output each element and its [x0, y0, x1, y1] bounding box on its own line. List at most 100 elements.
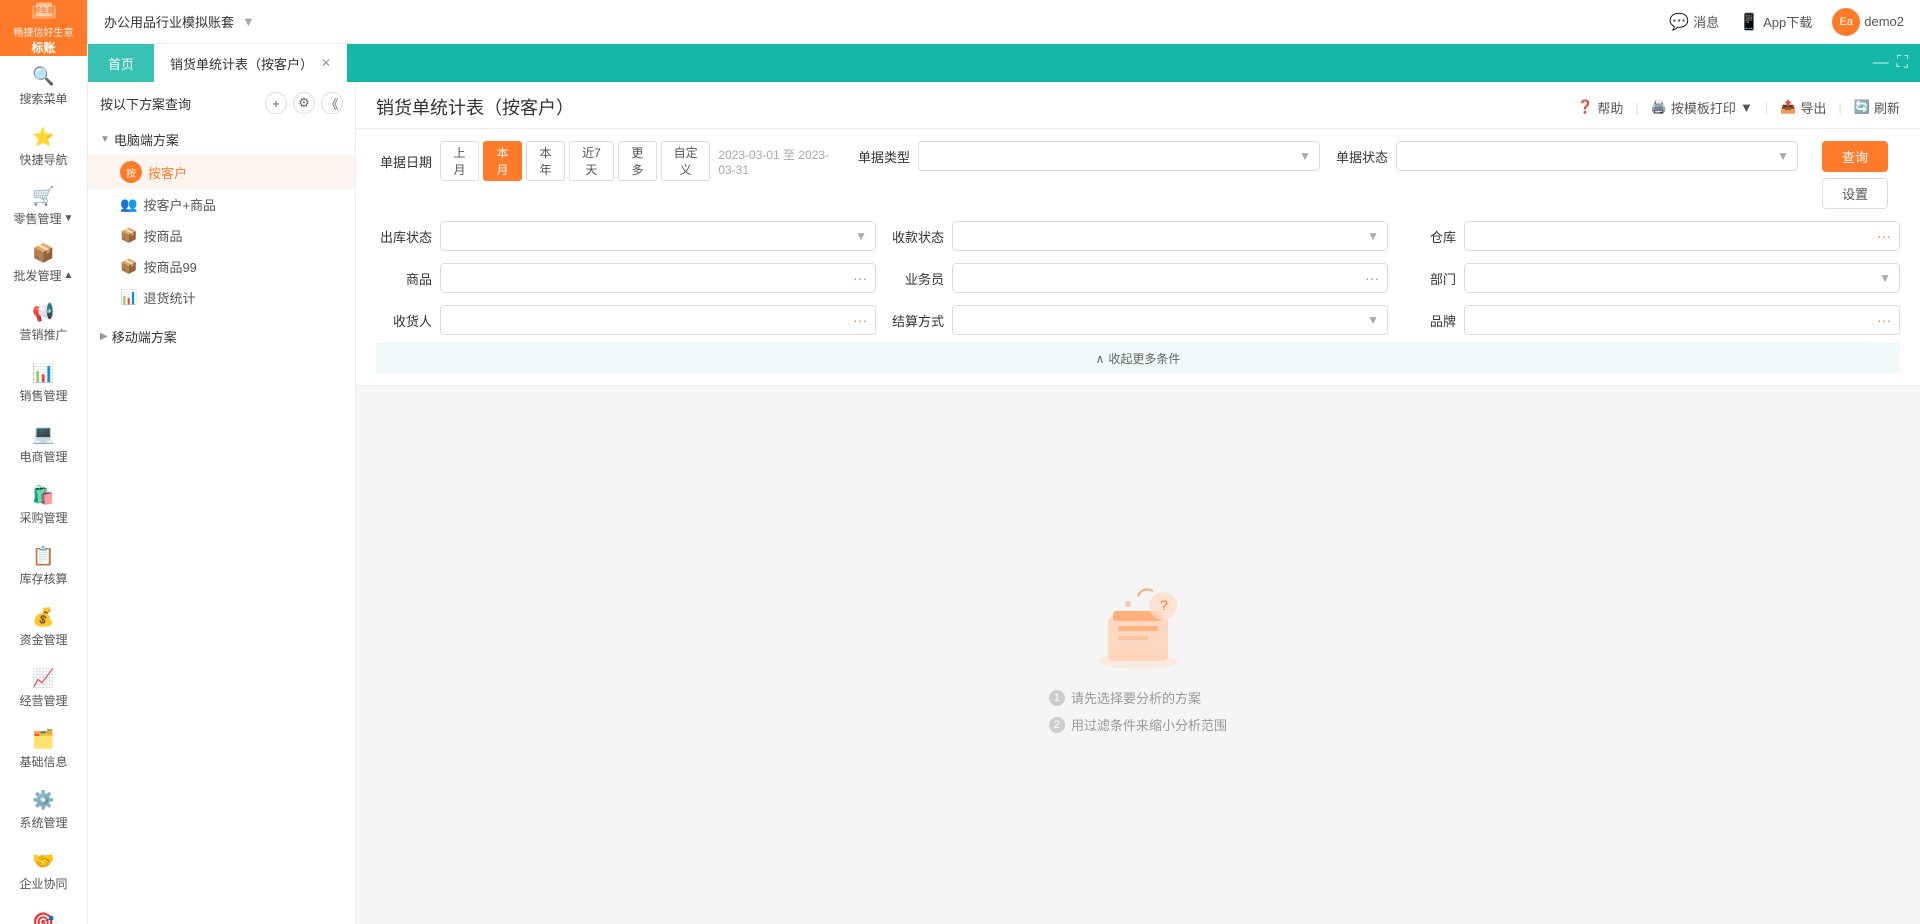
svg-text:好生意: 好生意	[33, 6, 54, 15]
date-btn-custom[interactable]: 自定义	[661, 141, 711, 181]
print-label: 按模板打印	[1671, 98, 1736, 117]
tab-close-btn[interactable]: ✕	[321, 56, 331, 70]
empty-tip-1: 1 请先选择要分析的方案	[1049, 688, 1227, 707]
collapse-icon: 《	[325, 94, 338, 113]
dept-arrow-icon: ▼	[1879, 271, 1891, 285]
date-btn-last-month[interactable]: 上月	[440, 141, 479, 181]
receiver-select[interactable]: ···	[440, 305, 876, 335]
sidebar-item-finance[interactable]: 💰 资金管理	[0, 597, 88, 658]
query-btn[interactable]: 查询	[1822, 141, 1888, 172]
page-title-bar: 销货单统计表（按客户） ❓ 帮助 | 🖨️ 按模板打印 ▼ | 📤	[356, 82, 1920, 129]
empty-illustration: ?	[1078, 576, 1198, 676]
sidebar-item-label: 采购管理	[19, 509, 67, 526]
settings-scheme-btn[interactable]: ⚙	[293, 92, 315, 114]
export-btn[interactable]: 📤 导出	[1780, 98, 1826, 117]
sidebar-logo[interactable]: 好生意 畅捷信好生意 标账	[0, 0, 88, 56]
help-btn[interactable]: ❓ 帮助	[1577, 98, 1623, 117]
setting-btn[interactable]: 设置	[1822, 178, 1888, 209]
warehouse-select[interactable]: ···	[1464, 221, 1900, 251]
left-panel-header: 按以下方案查询 + ⚙ 《	[88, 82, 355, 124]
sidebar-item-label: 资金管理	[19, 631, 67, 648]
sidebar-item-search[interactable]: 🔍 搜索菜单	[0, 56, 88, 117]
left-panel-title: 按以下方案查询	[100, 94, 191, 113]
doc-status-label: 单据状态	[1332, 147, 1388, 166]
warehouse-label: 仓库	[1400, 227, 1456, 246]
desktop-section: ▼ 电脑端方案 按 按客户 👥 按客户+商品 📦 按商品	[88, 124, 355, 321]
doc-status-select[interactable]: ▼	[1396, 141, 1798, 171]
message-btn[interactable]: 💬 消息	[1669, 12, 1719, 32]
brand-select[interactable]: ···	[1464, 305, 1900, 335]
filter-area: 单据日期 上月 本月 本年 近7天 更多 自定义 2023-03-01 至 20…	[356, 129, 1920, 386]
breadcrumb-dropdown-icon[interactable]: ▼	[242, 14, 255, 29]
sidebar-item-label: 系统管理	[19, 814, 67, 831]
date-btn-more[interactable]: 更多	[618, 141, 657, 181]
sidebar-item-basic-info[interactable]: 🗂️ 基础信息	[0, 719, 88, 780]
date-btn-this-month[interactable]: 本月	[483, 141, 522, 181]
tree-item-by-goods[interactable]: 📦 按商品	[88, 220, 355, 251]
add-scheme-btn[interactable]: +	[265, 92, 287, 114]
tree-mobile-parent[interactable]: ▶ 移动端方案	[88, 321, 355, 352]
sidebar-item-quick[interactable]: ⭐ 快捷导航	[0, 117, 88, 178]
receiver-dots-icon: ···	[853, 312, 867, 328]
filter-action-btns: 查询 设置	[1810, 141, 1900, 209]
help-icon: ❓	[1577, 99, 1593, 115]
date-label: 单据日期	[376, 152, 432, 171]
dept-select[interactable]: ▼	[1464, 263, 1900, 293]
goods-select[interactable]: ···	[440, 263, 876, 293]
purchase-icon: 🛍️	[32, 485, 54, 506]
date-btn-7days[interactable]: 近7天	[569, 141, 614, 181]
doc-status-arrow-icon: ▼	[1777, 149, 1789, 163]
tab-home[interactable]: 首页	[88, 44, 154, 82]
out-status-select[interactable]: ▼	[440, 221, 876, 251]
salesperson-select[interactable]: ···	[952, 263, 1388, 293]
tab-maximize-btn[interactable]: ⛶	[1897, 54, 1908, 72]
refresh-btn[interactable]: 🔄 刷新	[1854, 98, 1900, 117]
sidebar-item-retail[interactable]: 🛒 零售管理 ▼	[0, 178, 88, 235]
tree-item-label: 按商品	[143, 226, 182, 245]
tab-active-label: 销货单统计表（按客户）	[170, 54, 313, 73]
doc-type-label: 单据类型	[854, 147, 910, 166]
tab-minimize-btn[interactable]: —	[1873, 54, 1889, 72]
tree-item-customer-goods[interactable]: 👥 按客户+商品	[88, 189, 355, 220]
sidebar-item-ecommerce[interactable]: 💻 电商管理	[0, 414, 88, 475]
breadcrumb-text: 办公用品行业模拟账套	[104, 12, 234, 31]
collapse-filter-btn[interactable]: ∧ 收起更多条件	[376, 343, 1900, 373]
topbar: 办公用品行业模拟账套 ▼ 💬 消息 📱 App下载 Ea demo2	[88, 0, 1920, 44]
tabbar-actions: — ⛶	[1873, 54, 1920, 72]
date-btn-this-year[interactable]: 本年	[526, 141, 565, 181]
settlement-select[interactable]: ▼	[952, 305, 1388, 335]
sidebar-item-wholesale[interactable]: 📦 批发管理 ▲	[0, 235, 88, 292]
empty-tips: 1 请先选择要分析的方案 2 用过滤条件来缩小分析范围	[1049, 688, 1227, 734]
left-panel-header-actions: + ⚙ 《	[265, 92, 343, 114]
tree-item-goods99[interactable]: 📦 按商品99	[88, 251, 355, 282]
collapse-panel-btn[interactable]: 《	[321, 92, 343, 114]
page-title-actions: ❓ 帮助 | 🖨️ 按模板打印 ▼ | 📤 导出 |	[1577, 98, 1900, 117]
star-icon: ⭐	[32, 127, 54, 148]
warehouse-dots-icon: ···	[1877, 228, 1891, 244]
sidebar-item-inventory[interactable]: 📋 库存核算	[0, 536, 88, 597]
tab-active[interactable]: 销货单统计表（按客户） ✕	[154, 44, 347, 82]
topbar-left: 办公用品行业模拟账套 ▼	[104, 12, 255, 31]
sidebar-item-system[interactable]: ⚙️ 系统管理	[0, 780, 88, 841]
print-btn[interactable]: 🖨️ 按模板打印 ▼	[1651, 98, 1753, 117]
sidebar-item-guide[interactable]: 🎯 新手引导	[0, 902, 88, 924]
doc-type-select[interactable]: ▼	[918, 141, 1320, 171]
app-download-btn[interactable]: 📱 App下载	[1739, 12, 1812, 32]
payment-status-select[interactable]: ▼	[952, 221, 1388, 251]
sidebar-item-label: 批发管理	[14, 267, 62, 284]
goods-dots-icon: ···	[853, 270, 867, 286]
sidebar-item-marketing[interactable]: 📢 营销推广	[0, 292, 88, 353]
sidebar-item-sales[interactable]: 📊 销售管理	[0, 353, 88, 414]
tree-item-return-stats[interactable]: 📊 退货统计	[88, 282, 355, 313]
search-icon: 🔍	[32, 66, 54, 87]
chevron-up-icon: ▲	[64, 270, 74, 281]
sidebar-item-enterprise[interactable]: 🤝 企业协同	[0, 841, 88, 902]
sidebar-item-management[interactable]: 📈 经营管理	[0, 658, 88, 719]
tree-item-by-customer[interactable]: 按 按客户	[88, 155, 355, 189]
sidebar-logo-text: 畅捷信好生意	[14, 24, 74, 39]
sidebar-item-purchase[interactable]: 🛍️ 采购管理	[0, 475, 88, 536]
tree-item-label: 按客户+商品	[143, 195, 216, 214]
user-profile-btn[interactable]: Ea demo2	[1832, 8, 1904, 36]
tree-desktop-parent[interactable]: ▼ 电脑端方案	[88, 124, 355, 155]
tree-item-label: 按客户	[148, 163, 187, 182]
